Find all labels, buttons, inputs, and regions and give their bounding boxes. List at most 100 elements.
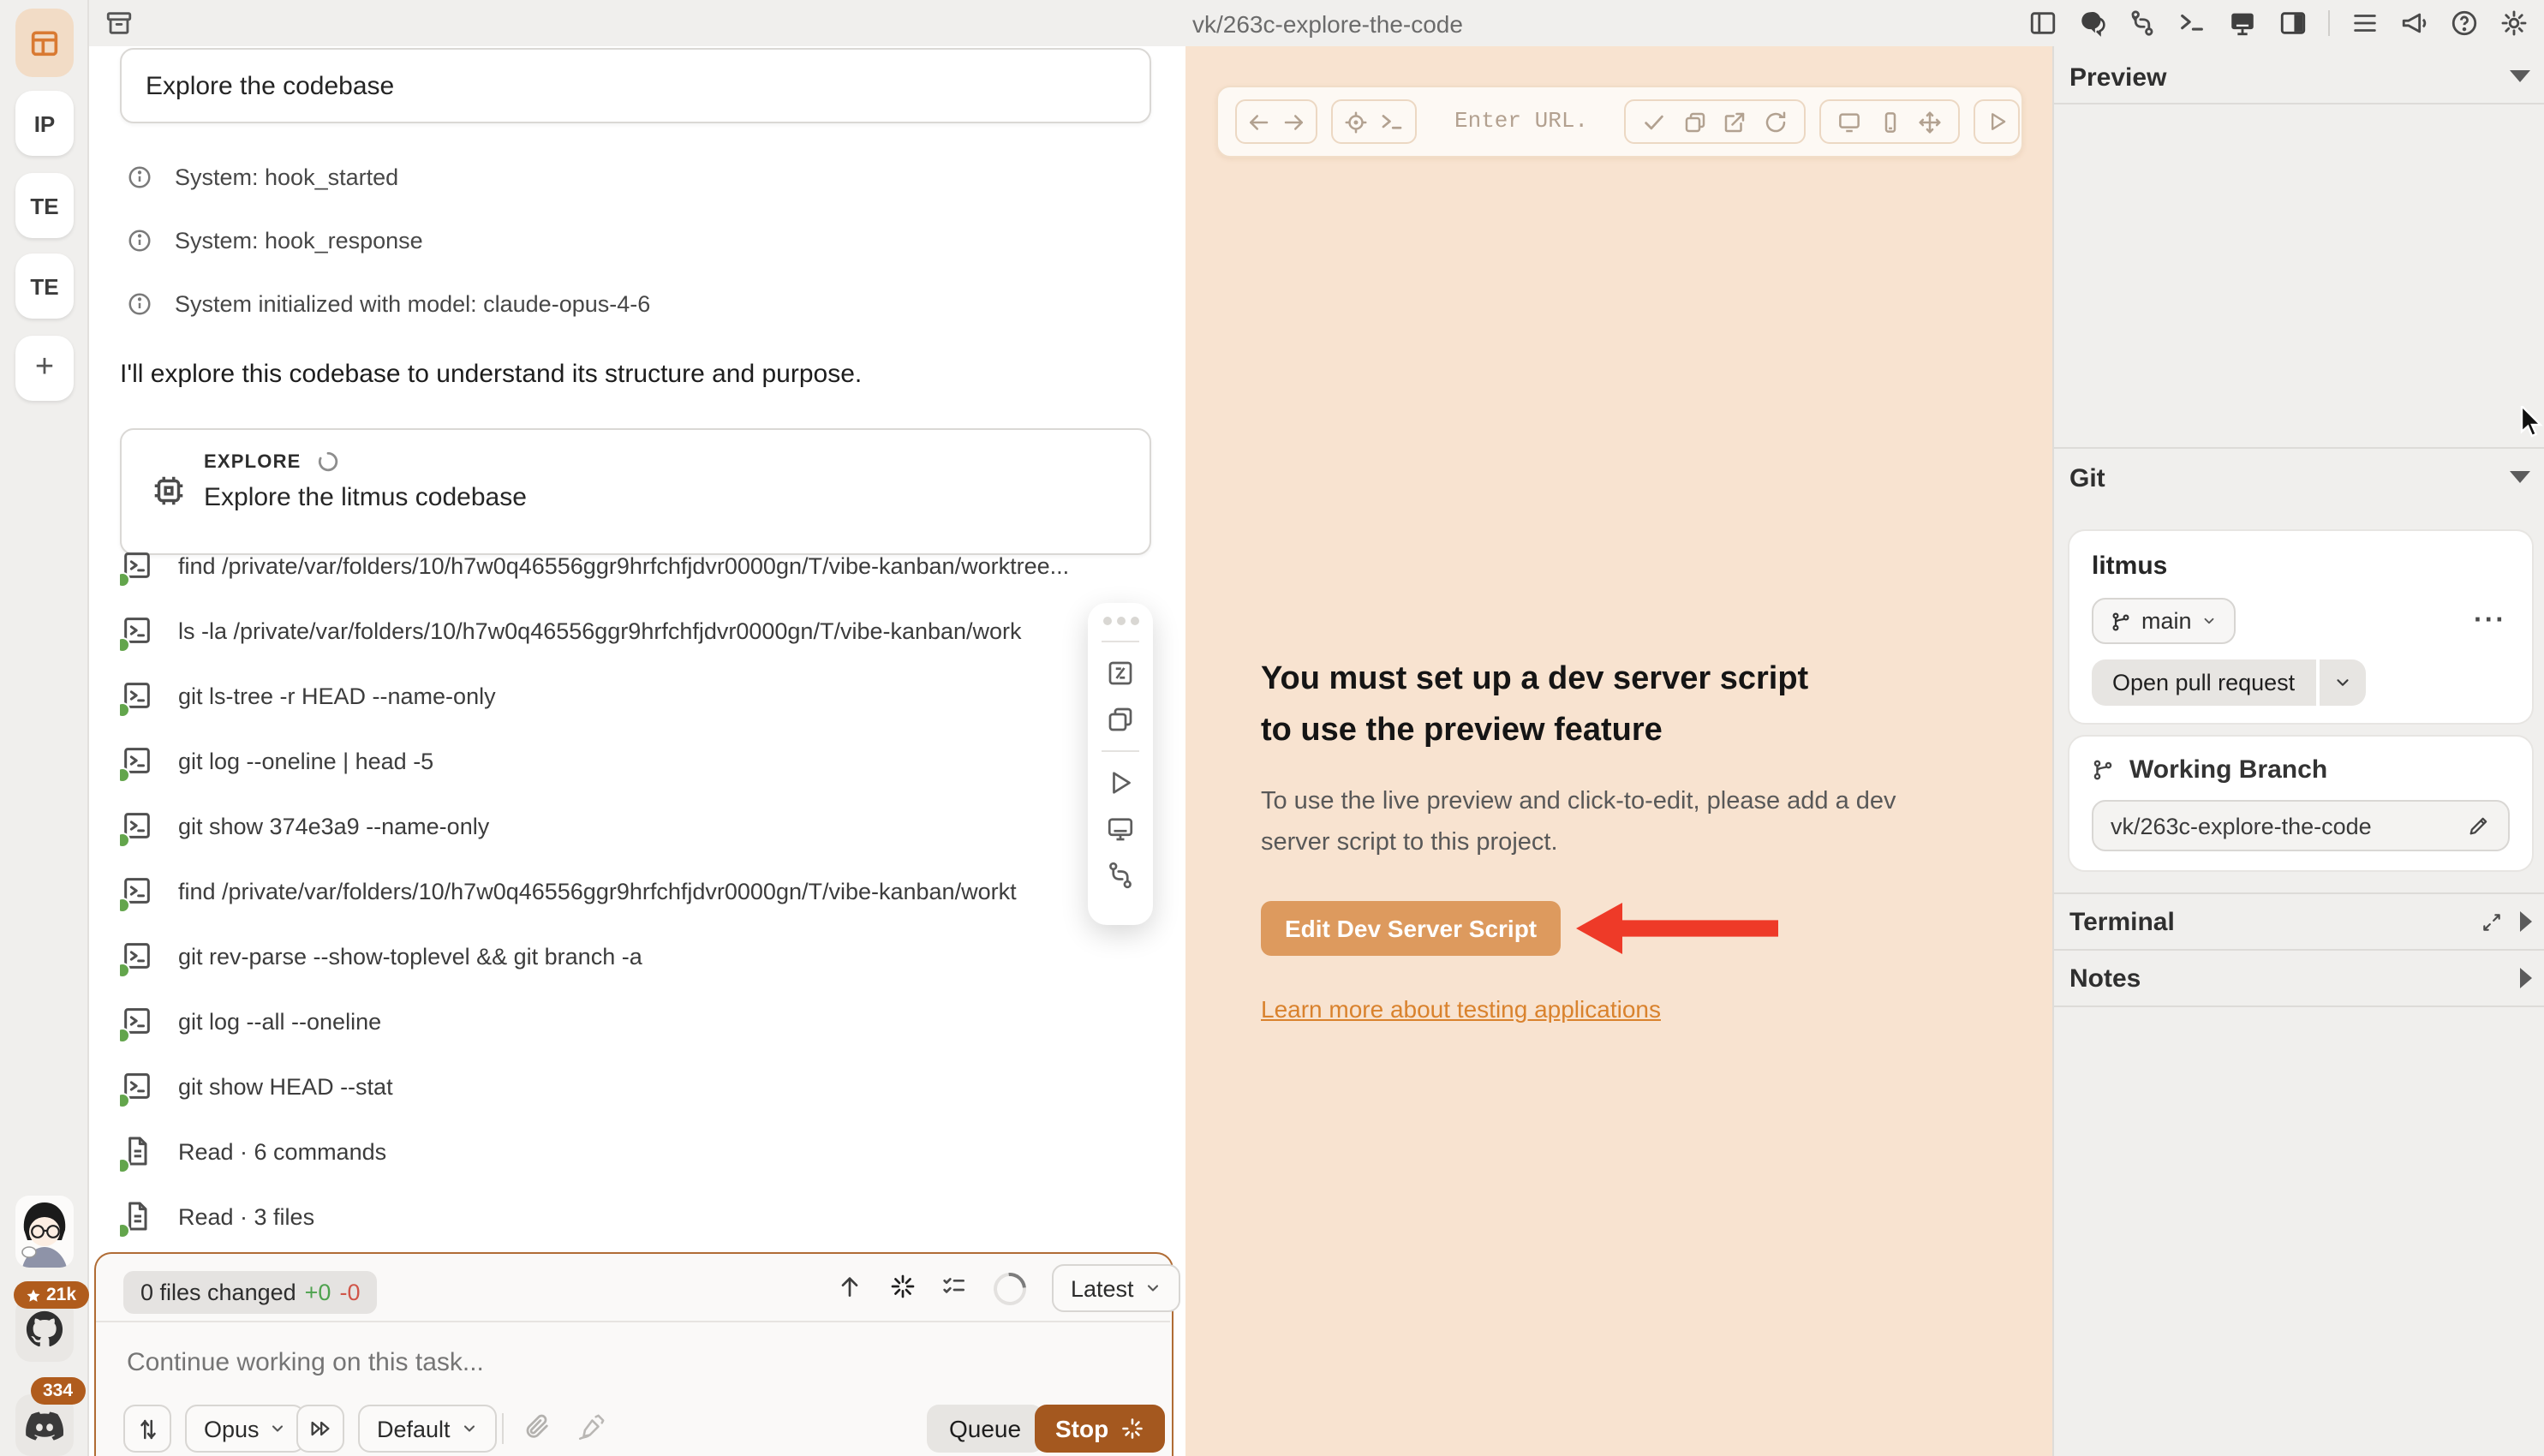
status-dot bbox=[120, 963, 130, 978]
read-summary-text: Read · 6 commands bbox=[178, 1138, 386, 1164]
copy-icon[interactable] bbox=[1681, 109, 1707, 134]
branch-name: main bbox=[2141, 608, 2192, 634]
command-row[interactable]: find /private/var/folders/10/h7w0q46556g… bbox=[120, 533, 1151, 598]
profile-dropdown[interactable]: Default bbox=[358, 1405, 497, 1453]
burst-icon[interactable] bbox=[889, 1273, 917, 1300]
git-branch-icon[interactable] bbox=[2128, 9, 2157, 38]
command-row[interactable]: ls -la /private/var/folders/10/h7w0q4655… bbox=[120, 598, 1151, 663]
command-text: git ls-tree -r HEAD --name-only bbox=[178, 683, 496, 708]
open-pull-request-button[interactable]: Open pull request bbox=[2092, 659, 2315, 706]
command-text: git show HEAD --stat bbox=[178, 1073, 393, 1099]
monitor-icon[interactable] bbox=[2227, 9, 2258, 38]
empty-state-body-line1: To use the live preview and click-to-edi… bbox=[1261, 781, 1896, 822]
more-options-button[interactable]: ··· bbox=[2474, 606, 2510, 636]
play-icon[interactable] bbox=[1985, 110, 2009, 134]
cpu-chip-icon bbox=[149, 471, 188, 510]
scroll-up-icon[interactable] bbox=[836, 1273, 863, 1300]
section-header-preview[interactable]: Preview bbox=[2069, 63, 2166, 92]
target-locate-icon[interactable] bbox=[1343, 109, 1369, 134]
model-dropdown[interactable]: Opus bbox=[185, 1405, 306, 1453]
system-message-text: System: hook_response bbox=[175, 228, 423, 254]
diff-summary-chip[interactable]: 0 files changed +0 -0 bbox=[123, 1271, 378, 1314]
copy-icon[interactable] bbox=[1105, 704, 1136, 735]
task-title-card[interactable]: Explore the codebase bbox=[120, 48, 1151, 123]
section-header-terminal[interactable]: Terminal bbox=[2069, 908, 2175, 937]
command-row[interactable]: git ls-tree -r HEAD --name-only bbox=[120, 663, 1151, 728]
queue-button[interactable]: Queue bbox=[927, 1405, 1043, 1453]
forward-arrow-icon[interactable] bbox=[1281, 109, 1306, 134]
refresh-icon[interactable] bbox=[1763, 109, 1789, 134]
edit-pencil-icon[interactable] bbox=[2467, 814, 2491, 838]
terminal-prompt-icon[interactable] bbox=[1379, 109, 1405, 134]
fast-forward-button[interactable] bbox=[296, 1405, 344, 1453]
open-external-icon[interactable] bbox=[1723, 109, 1748, 134]
user-avatar[interactable] bbox=[15, 1196, 74, 1268]
settings-gear-icon[interactable] bbox=[2499, 9, 2529, 38]
command-row[interactable]: git log --oneline | head -5 bbox=[120, 728, 1151, 793]
command-text: ls -la /private/var/folders/10/h7w0q4655… bbox=[178, 618, 1022, 643]
command-row[interactable]: git show 374e3a9 --name-only bbox=[120, 793, 1151, 858]
add-project-button[interactable]: + bbox=[15, 336, 74, 401]
command-row[interactable]: git log --all --oneline bbox=[120, 988, 1151, 1053]
branch-selector[interactable]: main bbox=[2092, 598, 2236, 644]
chevron-down-icon[interactable] bbox=[2510, 70, 2530, 82]
version-dropdown[interactable]: Latest bbox=[1052, 1264, 1180, 1312]
status-dot bbox=[120, 1158, 130, 1173]
fast-forward-icon bbox=[308, 1417, 332, 1441]
command-row[interactable]: git rev-parse --show-toplevel && git bra… bbox=[120, 923, 1151, 988]
desktop-mode-icon[interactable] bbox=[1836, 109, 1862, 134]
terminal-command-icon bbox=[120, 1004, 154, 1038]
chevron-right-icon[interactable] bbox=[2520, 968, 2532, 988]
edit-dev-server-script-button[interactable]: Edit Dev Server Script bbox=[1261, 901, 1561, 956]
panel-right-icon[interactable] bbox=[2278, 9, 2308, 38]
drag-handle-dots[interactable] bbox=[1102, 617, 1138, 625]
git-branch-icon bbox=[2092, 759, 2114, 781]
section-divider bbox=[2054, 447, 2544, 449]
pr-options-dropdown[interactable] bbox=[2319, 659, 2365, 706]
back-arrow-icon[interactable] bbox=[1246, 109, 1272, 134]
megaphone-icon[interactable] bbox=[2400, 9, 2429, 38]
sidebar-item-active-project[interactable] bbox=[15, 9, 74, 77]
learn-more-link[interactable]: Learn more about testing applications bbox=[1261, 995, 1661, 1023]
checklist-icon[interactable] bbox=[941, 1273, 968, 1300]
refresh-spinner-icon[interactable] bbox=[987, 1266, 1033, 1312]
terminal-icon[interactable] bbox=[2177, 9, 2207, 38]
signature-pen-icon[interactable] bbox=[576, 1413, 606, 1442]
move-pan-icon[interactable] bbox=[1918, 109, 1944, 134]
section-header-git[interactable]: Git bbox=[2069, 464, 2105, 493]
chevron-down-icon[interactable] bbox=[2510, 471, 2530, 483]
preview-url-bar: Enter URL. bbox=[1216, 86, 2023, 158]
read-row[interactable]: Read · 6 commands bbox=[120, 1119, 1151, 1184]
sidebar-item-project-te2[interactable]: TE bbox=[15, 254, 74, 319]
play-icon[interactable] bbox=[1105, 767, 1136, 798]
settings-sliders-button[interactable] bbox=[123, 1405, 171, 1453]
composer: 0 files changed +0 -0 Latest Opus Defaul… bbox=[94, 1252, 1173, 1456]
help-icon[interactable] bbox=[2450, 9, 2479, 38]
mouse-cursor bbox=[2520, 406, 2544, 440]
section-header-notes[interactable]: Notes bbox=[2069, 964, 2141, 994]
read-row[interactable]: Read · 3 files bbox=[120, 1184, 1151, 1249]
url-input[interactable]: Enter URL. bbox=[1454, 108, 1588, 134]
menu-icon[interactable] bbox=[2350, 9, 2380, 38]
chat-bubbles-icon[interactable] bbox=[2078, 9, 2107, 38]
monitor-icon[interactable] bbox=[1105, 814, 1136, 844]
attach-paperclip-icon[interactable] bbox=[523, 1413, 552, 1442]
check-icon[interactable] bbox=[1641, 109, 1667, 134]
sidebar-item-project-te1[interactable]: TE bbox=[15, 173, 74, 238]
archive-box-icon[interactable] bbox=[105, 9, 134, 38]
chevron-down-icon bbox=[2202, 613, 2218, 629]
message-input[interactable] bbox=[123, 1346, 1090, 1379]
panel-left-icon[interactable] bbox=[2028, 9, 2057, 38]
expand-icon[interactable] bbox=[2481, 911, 2503, 934]
system-message-row: System: hook_started bbox=[127, 164, 398, 190]
stop-button[interactable]: Stop bbox=[1035, 1405, 1165, 1453]
chevron-right-icon[interactable] bbox=[2520, 911, 2532, 932]
command-row[interactable]: find /private/var/folders/10/h7w0q46556g… bbox=[120, 858, 1151, 923]
command-text: find /private/var/folders/10/h7w0q46556g… bbox=[178, 552, 1069, 578]
code-block-icon[interactable] bbox=[1105, 658, 1136, 689]
sidebar-item-project-ip[interactable]: IP bbox=[15, 91, 74, 156]
mobile-mode-icon[interactable] bbox=[1877, 109, 1902, 134]
working-branch-field[interactable]: vk/263c-explore-the-code bbox=[2092, 800, 2510, 851]
command-row[interactable]: git show HEAD --stat bbox=[120, 1053, 1151, 1119]
git-branch-icon[interactable] bbox=[1105, 860, 1136, 891]
